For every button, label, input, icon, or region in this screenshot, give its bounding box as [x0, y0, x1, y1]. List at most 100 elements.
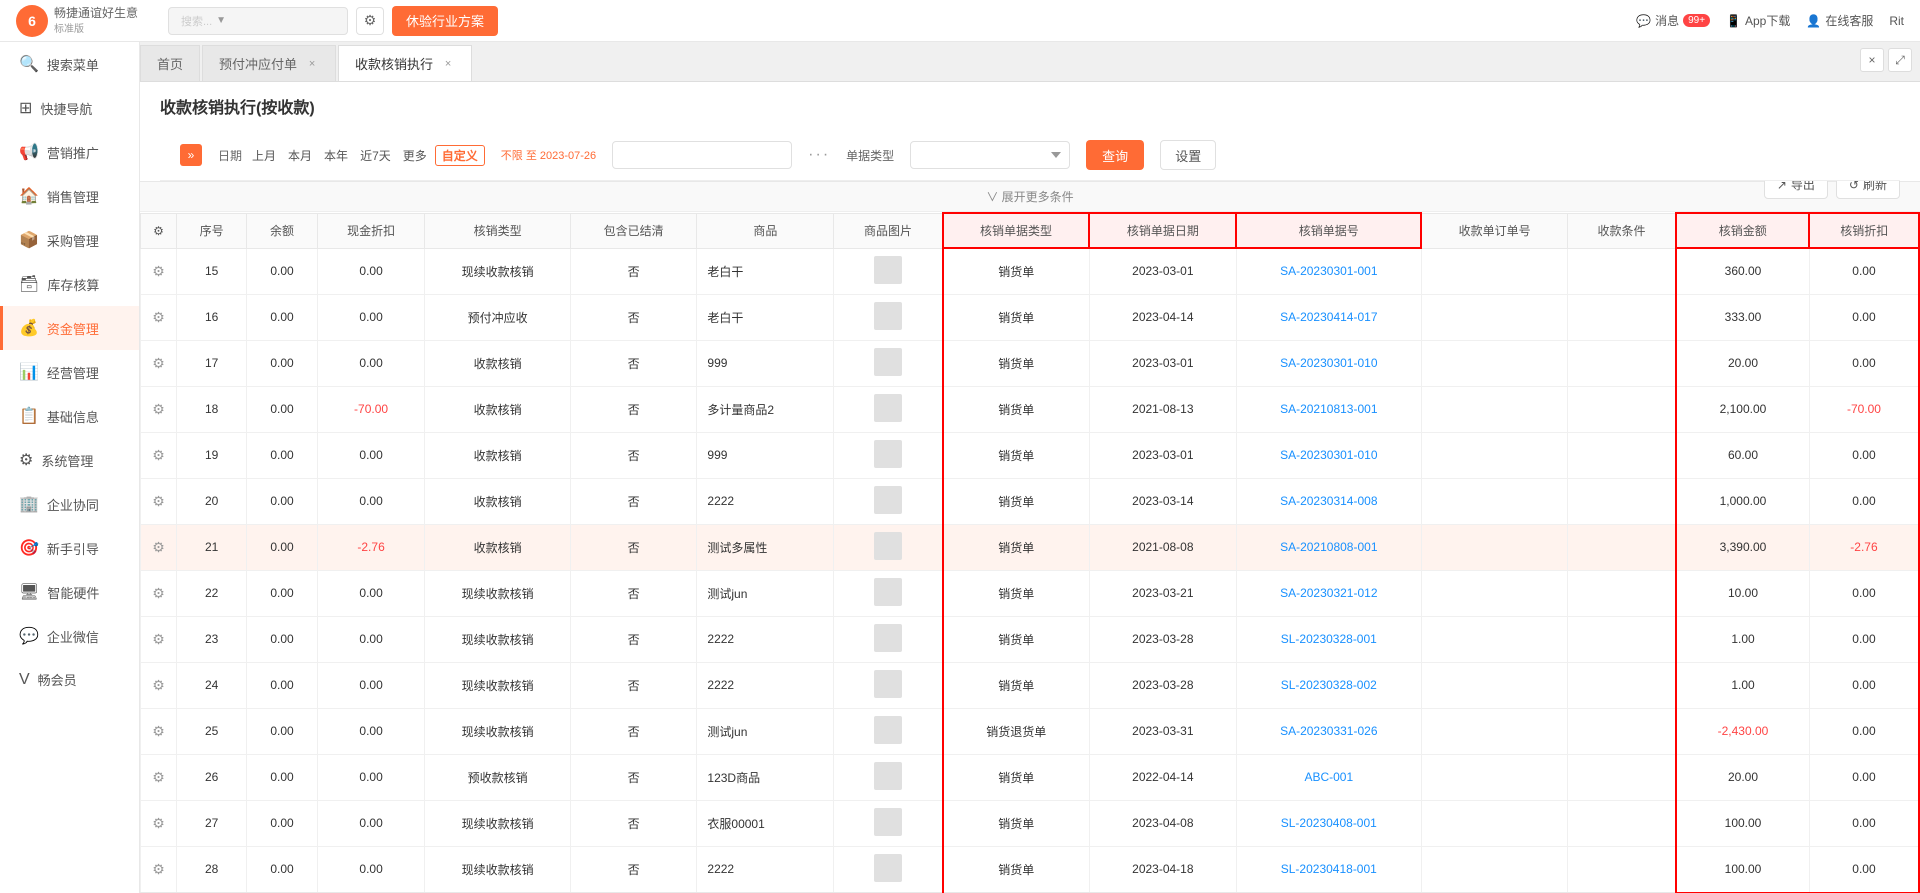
- th-settled: 包含已结清: [570, 213, 697, 248]
- receipt-order-no-cell: [1421, 248, 1567, 294]
- sidebar-item-corp[interactable]: 🏢企业协同: [0, 482, 139, 526]
- sidebar-item-inventory[interactable]: 🗃库存核算: [0, 262, 139, 306]
- voucher-type-select[interactable]: [910, 141, 1070, 169]
- cancel-date-cell: 2023-03-31: [1089, 708, 1236, 754]
- receipt-order-no-cell: [1421, 754, 1567, 800]
- cancel-no-cell[interactable]: SA-20210808-001: [1236, 524, 1421, 570]
- cancel-discount-cell: 0.00: [1809, 478, 1919, 524]
- sidebar-item-hardware[interactable]: 🖥智能硬件: [0, 570, 139, 614]
- cancel-no-cell[interactable]: SL-20230408-001: [1236, 800, 1421, 846]
- cancel-voucher-type-cell: 销货单: [943, 754, 1090, 800]
- sidebar-label-wechat: 企业微信: [47, 627, 99, 646]
- industry-button[interactable]: 休验行业方案: [392, 6, 498, 36]
- app-download-button[interactable]: 📱 App下载: [1726, 12, 1790, 29]
- date-more[interactable]: 更多: [399, 145, 431, 166]
- cancel-type-cell: 收款核销: [425, 340, 570, 386]
- cancel-no-cell[interactable]: SA-20230314-008: [1236, 478, 1421, 524]
- cancel-voucher-type-cell: 销货单: [943, 386, 1090, 432]
- row-settings-icon[interactable]: ⚙: [152, 677, 165, 693]
- tab-close-action[interactable]: ×: [1860, 48, 1884, 72]
- row-settings-icon[interactable]: ⚙: [152, 723, 165, 739]
- user-label: Rit: [1889, 14, 1904, 28]
- sidebar-label-business: 经营管理: [47, 363, 99, 382]
- receipt-order-no-cell: [1421, 432, 1567, 478]
- cancel-amount-cell: 1,000.00: [1676, 478, 1809, 524]
- settings-cell: ⚙: [141, 754, 177, 800]
- balance-cell: 0.00: [247, 662, 317, 708]
- online-service-button[interactable]: 👤 在线客服: [1806, 12, 1873, 29]
- date-last-month[interactable]: 上月: [248, 145, 280, 166]
- tab-prepay-close[interactable]: ×: [305, 57, 319, 71]
- row-settings-icon[interactable]: ⚙: [152, 585, 165, 601]
- date-custom[interactable]: 自定义: [435, 145, 485, 166]
- page-title: 收款核销执行(按收款): [160, 94, 1900, 118]
- filter-toggle-button[interactable]: »: [180, 144, 202, 166]
- cancel-no-cell[interactable]: SA-20230301-010: [1236, 432, 1421, 478]
- tab-receipt[interactable]: 收款核销执行 ×: [338, 45, 472, 81]
- tab-home[interactable]: 首页: [140, 45, 200, 81]
- sidebar-item-marketing[interactable]: 📢营销推广: [0, 130, 139, 174]
- row-settings-icon[interactable]: ⚙: [152, 401, 165, 417]
- row-settings-icon[interactable]: ⚙: [152, 861, 165, 877]
- user-profile[interactable]: Rit: [1889, 14, 1904, 28]
- sidebar-item-search[interactable]: 🔍搜索菜单: [0, 42, 139, 86]
- tab-prepay[interactable]: 预付冲应付单 ×: [202, 45, 336, 81]
- sidebar-item-guide[interactable]: 🎯新手引导: [0, 526, 139, 570]
- expand-bar[interactable]: ∨ 展开更多条件: [140, 182, 1920, 212]
- sidebar-item-basics[interactable]: 📋基础信息: [0, 394, 139, 438]
- settled-cell: 否: [570, 248, 697, 294]
- row-settings-icon[interactable]: ⚙: [152, 447, 165, 463]
- sidebar-item-system[interactable]: ⚙系统管理: [0, 438, 139, 482]
- date-this-month[interactable]: 本月: [284, 145, 316, 166]
- row-settings-icon[interactable]: ⚙: [152, 815, 165, 831]
- partner-more-icon[interactable]: ···: [808, 146, 830, 164]
- date-this-year[interactable]: 本年: [320, 145, 352, 166]
- sidebar-item-finance[interactable]: 💰资金管理: [0, 306, 139, 350]
- row-settings-icon[interactable]: ⚙: [152, 539, 165, 555]
- row-settings-icon[interactable]: ⚙: [152, 769, 165, 785]
- query-button[interactable]: 查询: [1086, 140, 1144, 170]
- row-settings-icon[interactable]: ⚙: [152, 263, 165, 279]
- content-area: 首页 预付冲应付单 × 收款核销执行 × × ⤢ 收款核销执行(按收款): [140, 42, 1920, 893]
- product-cell: 测试多属性: [697, 524, 834, 570]
- settled-cell: 否: [570, 662, 697, 708]
- cash-discount-cell: 0.00: [317, 800, 425, 846]
- sidebar-item-sales[interactable]: 🏠销售管理: [0, 174, 139, 218]
- tab-receipt-close[interactable]: ×: [441, 57, 455, 71]
- message-button[interactable]: 💬 消息 99+: [1636, 12, 1710, 29]
- row-settings-icon[interactable]: ⚙: [152, 631, 165, 647]
- date-7days[interactable]: 近7天: [356, 145, 395, 166]
- partner-input[interactable]: [612, 141, 792, 169]
- seq-cell: 18: [177, 386, 247, 432]
- cancel-no-cell[interactable]: SL-20230418-001: [1236, 846, 1421, 893]
- sidebar-item-shortcuts[interactable]: ⊞快捷导航: [0, 86, 139, 130]
- cancel-no-cell[interactable]: SA-20230321-012: [1236, 570, 1421, 616]
- cancel-no-cell[interactable]: ABC-001: [1236, 754, 1421, 800]
- top-search-box[interactable]: 搜索... ▼: [168, 7, 348, 35]
- cancel-no-cell[interactable]: SL-20230328-002: [1236, 662, 1421, 708]
- cancel-no-cell[interactable]: SL-20230328-001: [1236, 616, 1421, 662]
- sidebar-item-business[interactable]: 📊经营管理: [0, 350, 139, 394]
- row-settings-icon[interactable]: ⚙: [152, 309, 165, 325]
- product-cell: 2222: [697, 616, 834, 662]
- filter-settings-button[interactable]: 设置: [1160, 140, 1216, 170]
- sidebar-item-purchase[interactable]: 📦采购管理: [0, 218, 139, 262]
- cancel-no-cell[interactable]: SA-20230301-010: [1236, 340, 1421, 386]
- product-img-cell: [834, 248, 943, 294]
- cancel-no-cell[interactable]: SA-20230414-017: [1236, 294, 1421, 340]
- gear-button[interactable]: ⚙: [356, 7, 384, 35]
- table-row: ⚙ 27 0.00 0.00 现续收款核销 否 衣服00001 销货单 2023…: [141, 800, 1920, 846]
- cancel-no-cell[interactable]: SA-20230331-026: [1236, 708, 1421, 754]
- row-settings-icon[interactable]: ⚙: [152, 493, 165, 509]
- th-product: 商品: [697, 213, 834, 248]
- settled-cell: 否: [570, 524, 697, 570]
- sidebar-item-member[interactable]: V畅会员: [0, 658, 139, 701]
- balance-cell: 0.00: [247, 616, 317, 662]
- cancel-no-cell[interactable]: SA-20210813-001: [1236, 386, 1421, 432]
- sidebar-item-wechat[interactable]: 💬企业微信: [0, 614, 139, 658]
- tab-expand-action[interactable]: ⤢: [1888, 48, 1912, 72]
- guide-icon: 🎯: [19, 538, 39, 558]
- cancel-no-cell[interactable]: SA-20230301-001: [1236, 248, 1421, 294]
- settled-cell: 否: [570, 708, 697, 754]
- row-settings-icon[interactable]: ⚙: [152, 355, 165, 371]
